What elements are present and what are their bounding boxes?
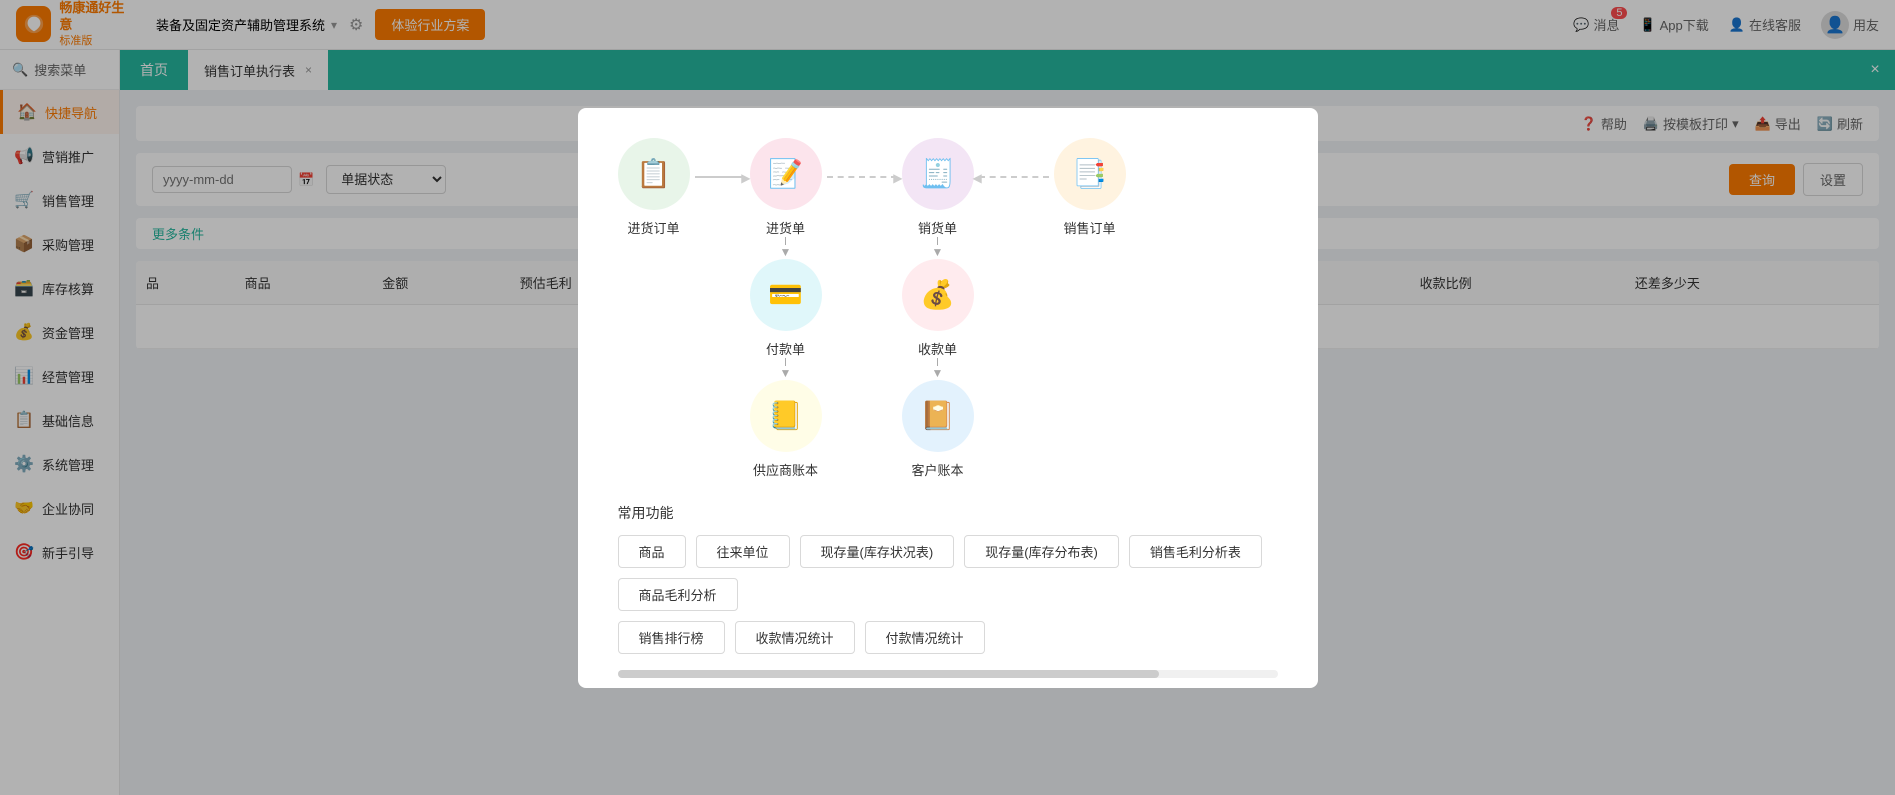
node-supplier-ledger[interactable]: 📒 供应商账本	[750, 380, 822, 479]
func-product-profit[interactable]: 商品毛利分析	[618, 578, 738, 611]
function-buttons: 商品 往来单位 现存量(库存状况表) 现存量(库存分布表) 销售毛利分析表 商品…	[618, 535, 1278, 611]
customer-ledger-circle: 📔	[902, 380, 974, 452]
node-customer-ledger[interactable]: 📔 客户账本	[902, 380, 974, 479]
sales-order-circle: 📑	[1054, 138, 1126, 210]
receipt-bill-circle: 💰	[902, 259, 974, 331]
modal-scrollbar[interactable]	[618, 670, 1278, 678]
modal-overlay[interactable]: 📋 进货订单 ▶ 📝 进货单	[0, 0, 1895, 795]
func-payment-stat[interactable]: 付款情况统计	[865, 621, 985, 654]
sales-bill-label: 销货单	[918, 218, 957, 237]
workflow-modal: 📋 进货订单 ▶ 📝 进货单	[578, 108, 1318, 688]
common-functions-section: 常用功能 商品 往来单位 现存量(库存状况表) 现存量(库存分布表) 销售毛利分…	[618, 503, 1278, 654]
function-buttons-2: 销售排行榜 收款情况统计 付款情况统计	[618, 621, 1278, 654]
purchase-bill-label: 进货单	[766, 218, 805, 237]
func-sales-rank[interactable]: 销售排行榜	[618, 621, 725, 654]
node-payment-bill[interactable]: 💳 付款单	[750, 259, 822, 358]
node-purchase-order[interactable]: 📋 进货订单	[618, 138, 690, 237]
common-functions-title: 常用功能	[618, 503, 1278, 523]
supplier-ledger-circle: 📒	[750, 380, 822, 452]
payment-bill-circle: 💳	[750, 259, 822, 331]
payment-bill-label: 付款单	[766, 339, 805, 358]
func-stock-status[interactable]: 现存量(库存状况表)	[800, 535, 955, 568]
sales-bill-circle: 🧾	[902, 138, 974, 210]
func-receipt-stat[interactable]: 收款情况统计	[735, 621, 855, 654]
purchase-order-label: 进货订单	[627, 218, 679, 237]
func-stock-dist[interactable]: 现存量(库存分布表)	[964, 535, 1119, 568]
func-product[interactable]: 商品	[618, 535, 686, 568]
purchase-order-circle: 📋	[618, 138, 690, 210]
supplier-ledger-label: 供应商账本	[753, 460, 818, 479]
node-receipt-bill[interactable]: 💰 收款单	[902, 259, 974, 358]
receipt-bill-label: 收款单	[918, 339, 957, 358]
node-purchase-bill[interactable]: 📝 进货单	[750, 138, 822, 237]
func-sales-profit[interactable]: 销售毛利分析表	[1129, 535, 1262, 568]
node-sales-order[interactable]: 📑 销售订单	[1054, 138, 1126, 237]
customer-ledger-label: 客户账本	[911, 460, 963, 479]
purchase-bill-circle: 📝	[750, 138, 822, 210]
node-sales-bill[interactable]: 🧾 销货单	[902, 138, 974, 237]
sales-order-label: 销售订单	[1063, 218, 1115, 237]
func-partner[interactable]: 往来单位	[696, 535, 790, 568]
